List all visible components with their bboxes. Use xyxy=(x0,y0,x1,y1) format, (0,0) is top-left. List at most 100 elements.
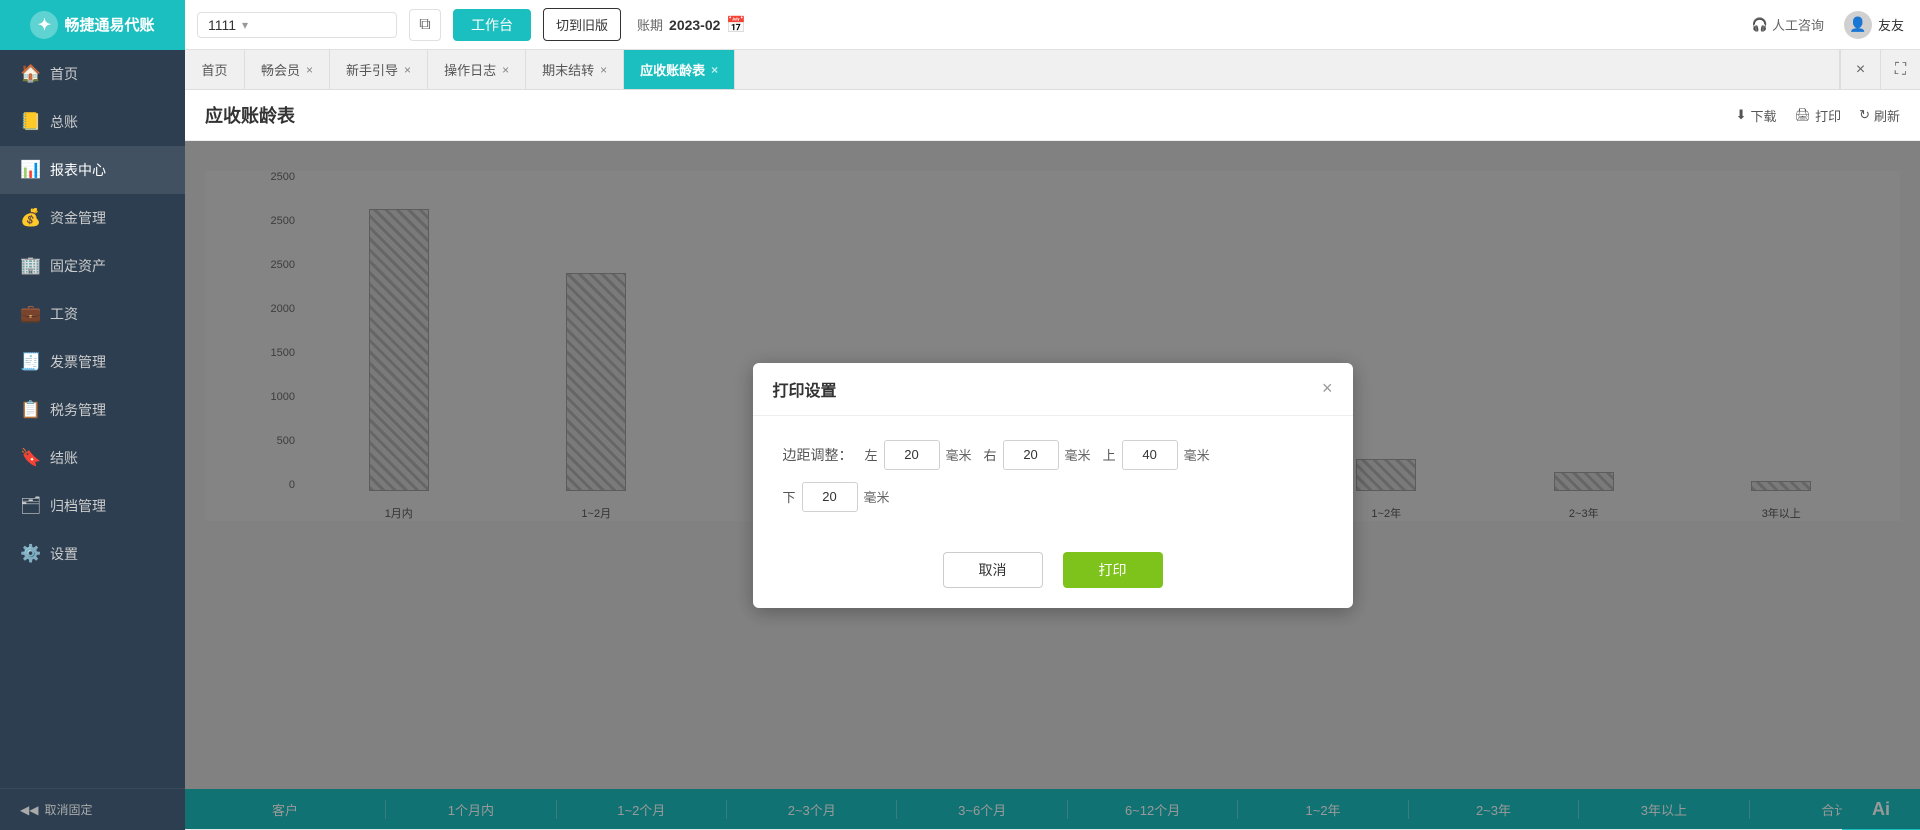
bottom-unit: 毫米 xyxy=(864,487,890,506)
modal-footer: 取消 打印 xyxy=(753,536,1353,608)
modal-close-button[interactable]: × xyxy=(1322,378,1333,399)
margin-right-input[interactable] xyxy=(1003,440,1059,470)
page-content: 应收账龄表 ⬇ 下载 🖨 打印 ↻ 刷新 xyxy=(185,90,1920,830)
calendar-icon[interactable]: 📅 xyxy=(726,15,746,35)
close-icon: 🔖 xyxy=(20,448,40,468)
sidebar-label-payroll: 工资 xyxy=(50,304,78,324)
sidebar-item-assets[interactable]: 🏢 固定资产 xyxy=(0,242,185,290)
collapse-icon: ◀◀ xyxy=(20,803,38,817)
collapse-label: 取消固定 xyxy=(44,801,92,818)
margin-bottom-input[interactable] xyxy=(802,482,858,512)
content-area: 首页 畅会员 × 新手引导 × 操作日志 × 期末结转 × xyxy=(185,50,1920,830)
right-unit: 毫米 xyxy=(1065,445,1091,464)
refresh-button[interactable]: ↻ 刷新 xyxy=(1859,106,1900,125)
ledger-icon: 📒 xyxy=(20,112,40,132)
tab-close-guide[interactable]: × xyxy=(404,63,411,77)
margin-left-group: 左 毫米 xyxy=(865,440,972,470)
tab-actions: × ⛶ xyxy=(1839,50,1920,89)
left-direction-label: 左 xyxy=(865,445,878,464)
margin-left-input[interactable] xyxy=(884,440,940,470)
download-label: 下载 xyxy=(1751,106,1777,125)
tab-member[interactable]: 畅会员 × xyxy=(245,50,330,89)
tab-home[interactable]: 首页 xyxy=(185,50,245,89)
sidebar-item-funds[interactable]: 💰 资金管理 xyxy=(0,194,185,242)
sidebar-item-settings[interactable]: ⚙️ 设置 xyxy=(0,530,185,578)
logo-text: 畅捷通易代账 xyxy=(64,14,154,35)
margin-right-group: 右 毫米 xyxy=(984,440,1091,470)
sidebar-item-home[interactable]: 🏠 首页 xyxy=(0,50,185,98)
download-icon: ⬇ xyxy=(1736,107,1747,123)
top-unit: 毫米 xyxy=(1184,445,1210,464)
top-direction-label: 上 xyxy=(1103,445,1116,464)
sidebar-item-reports[interactable]: 📊 报表中心 xyxy=(0,146,185,194)
sidebar-label-ledger: 总账 xyxy=(50,112,78,132)
tab-close-log[interactable]: × xyxy=(502,63,509,77)
sidebar-item-close[interactable]: 🔖 结账 xyxy=(0,434,185,482)
tab-label-member: 畅会员 xyxy=(261,60,300,79)
home-icon: 🏠 xyxy=(20,64,40,84)
tab-close-period-end[interactable]: × xyxy=(600,63,607,77)
page-actions: ⬇ 下载 🖨 打印 ↻ 刷新 xyxy=(1736,106,1900,125)
print-label: 打印 xyxy=(1815,106,1841,125)
sidebar-label-assets: 固定资产 xyxy=(50,256,106,276)
tab-label-home: 首页 xyxy=(201,60,227,79)
tab-log[interactable]: 操作日志 × xyxy=(428,50,526,89)
download-button[interactable]: ⬇ 下载 xyxy=(1736,106,1777,125)
user-area[interactable]: 👤 友友 xyxy=(1844,11,1904,39)
copy-button[interactable]: ⧉ xyxy=(409,9,441,41)
tab-label-guide: 新手引导 xyxy=(346,60,398,79)
tab-bar: 首页 畅会员 × 新手引导 × 操作日志 × 期末结转 × xyxy=(185,50,1920,90)
sidebar-item-ledger[interactable]: 📒 总账 xyxy=(0,98,185,146)
logo-icon: ✦ xyxy=(30,11,58,39)
tab-label-aging: 应收账龄表 xyxy=(640,60,705,79)
print-settings-dialog: 打印设置 × 边距调整： 左 毫米 xyxy=(753,363,1353,608)
period-value: 2023-02 xyxy=(669,17,720,33)
company-selector[interactable]: 1111 ▾ xyxy=(197,12,397,38)
margin-row: 边距调整： 左 毫米 右 毫米 xyxy=(783,440,1323,512)
cancel-button[interactable]: 取消 xyxy=(943,552,1043,588)
modal-body: 边距调整： 左 毫米 右 毫米 xyxy=(753,416,1353,536)
support-button[interactable]: 🎧 人工咨询 xyxy=(1752,15,1824,34)
sidebar-collapse-button[interactable]: ◀◀ 取消固定 xyxy=(0,788,185,830)
tab-aging[interactable]: 应收账龄表 × xyxy=(624,50,735,89)
chart-area: 2500 2500 2500 2000 1500 1000 500 0 xyxy=(185,141,1920,829)
sidebar-label-archive: 归档管理 xyxy=(50,496,106,516)
workbench-button[interactable]: 工作台 xyxy=(453,9,531,41)
support-label: 人工咨询 xyxy=(1772,15,1824,34)
print-icon: 🖨 xyxy=(1795,107,1812,123)
tab-period-end[interactable]: 期末结转 × xyxy=(526,50,624,89)
switch-old-button[interactable]: 切到旧版 xyxy=(543,8,621,41)
page-header: 应收账龄表 ⬇ 下载 🖨 打印 ↻ 刷新 xyxy=(185,90,1920,141)
print-button[interactable]: 🖨 打印 xyxy=(1795,106,1842,125)
page-title: 应收账龄表 xyxy=(205,102,295,128)
sidebar-label-invoice: 发票管理 xyxy=(50,352,106,372)
sidebar-label-reports: 报表中心 xyxy=(50,160,106,180)
sidebar-item-archive[interactable]: 🗂 归档管理 xyxy=(0,482,185,530)
sidebar-item-invoice[interactable]: 🧾 发票管理 xyxy=(0,338,185,386)
tab-close-window-button[interactable]: × xyxy=(1840,50,1880,90)
sidebar-label-home: 首页 xyxy=(50,64,78,84)
tab-label-log: 操作日志 xyxy=(444,60,496,79)
settings-icon: ⚙️ xyxy=(20,544,40,564)
refresh-icon: ↻ xyxy=(1859,107,1870,123)
left-unit: 毫米 xyxy=(946,445,972,464)
right-direction-label: 右 xyxy=(984,445,997,464)
tax-icon: 📋 xyxy=(20,400,40,420)
funds-icon: 💰 xyxy=(20,208,40,228)
reports-icon: 📊 xyxy=(20,160,40,180)
tab-close-member[interactable]: × xyxy=(306,63,313,77)
user-name: 友友 xyxy=(1878,15,1904,34)
invoice-icon: 🧾 xyxy=(20,352,40,372)
sidebar-item-payroll[interactable]: 💼 工资 xyxy=(0,290,185,338)
margin-label: 边距调整： xyxy=(783,445,853,465)
tab-guide[interactable]: 新手引导 × xyxy=(330,50,428,89)
company-name: 1111 xyxy=(208,17,236,33)
tab-close-aging[interactable]: × xyxy=(711,63,718,77)
period-area: 账期 2023-02 📅 xyxy=(637,15,746,35)
payroll-icon: 💼 xyxy=(20,304,40,324)
margin-top-input[interactable] xyxy=(1122,440,1178,470)
print-confirm-button[interactable]: 打印 xyxy=(1063,552,1163,588)
assets-icon: 🏢 xyxy=(20,256,40,276)
tab-expand-button[interactable]: ⛶ xyxy=(1880,50,1920,90)
sidebar-item-tax[interactable]: 📋 税务管理 xyxy=(0,386,185,434)
